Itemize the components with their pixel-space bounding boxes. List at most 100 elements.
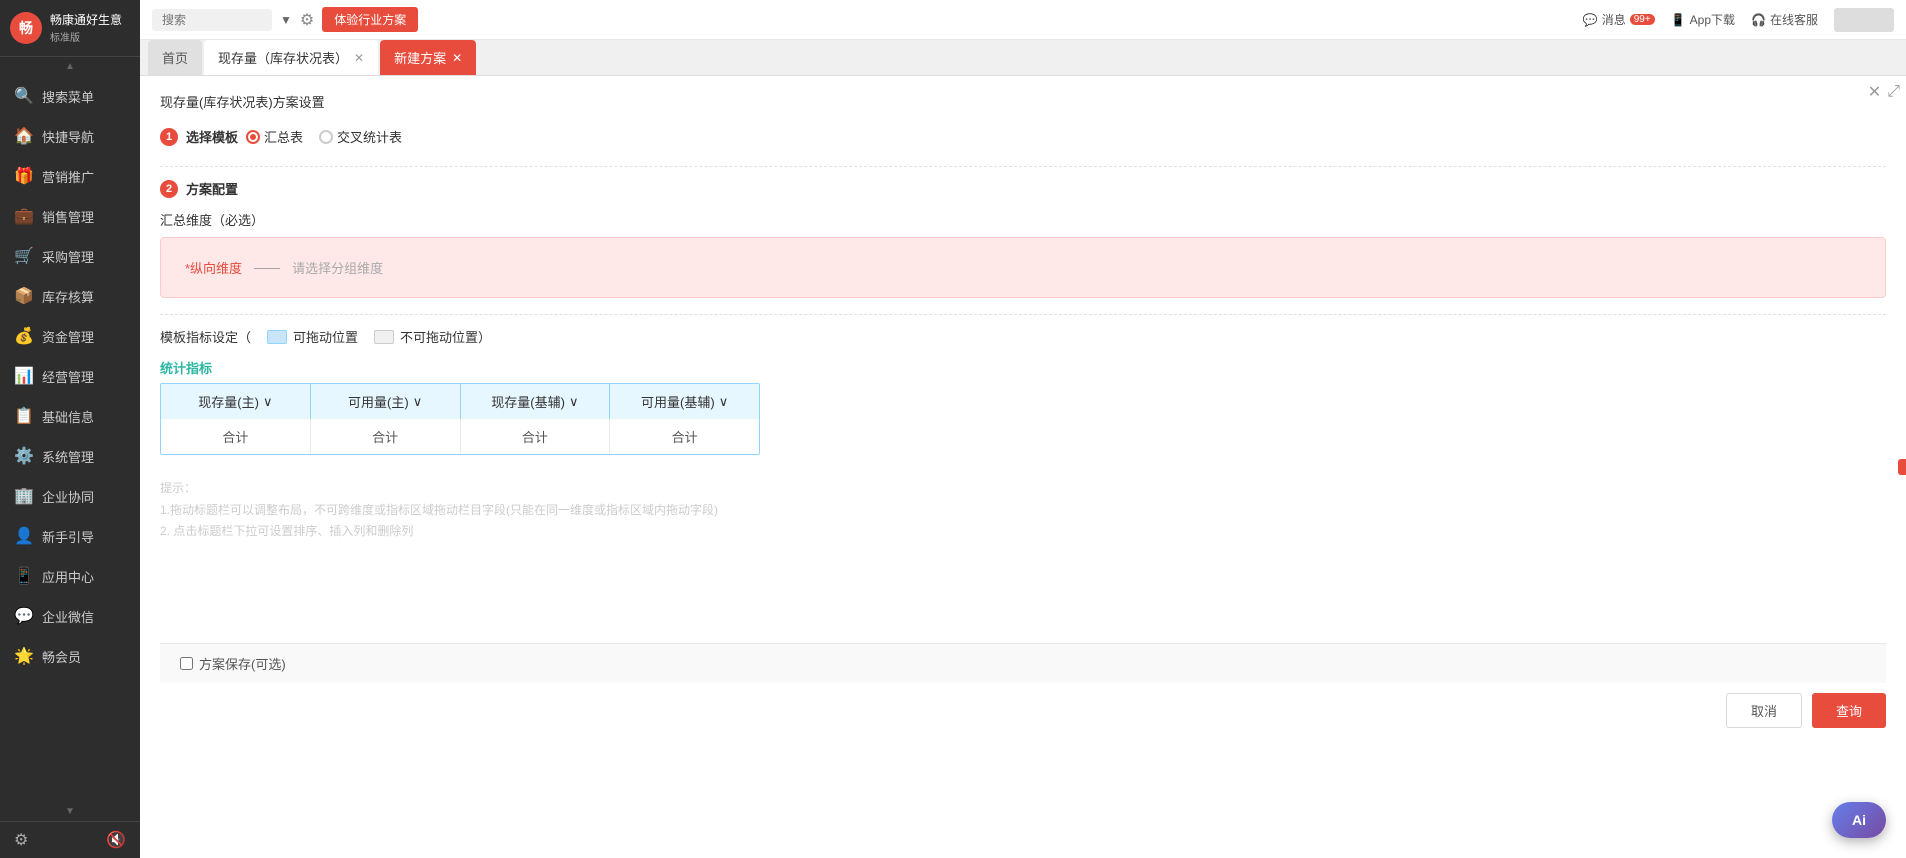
sidebar-item-basic[interactable]: 📋 基础信息 [0, 396, 140, 436]
dropdown-button[interactable]: ▼ [280, 13, 292, 27]
business-icon: 📊 [14, 366, 34, 386]
footer-actions: 取消 查询 [160, 683, 1886, 728]
sidebar-item-label: 营销推广 [42, 167, 94, 186]
settings-icon[interactable]: ⚙ [300, 10, 314, 30]
sidebar-item-inventory[interactable]: 📦 库存核算 [0, 276, 140, 316]
no-drag-label: 不可拖动位置） [400, 327, 491, 346]
sidebar-item-purchase[interactable]: 🛒 采购管理 [0, 236, 140, 276]
sidebar-item-newbie[interactable]: 👤 新手引导 [0, 516, 140, 556]
purchase-icon: 🛒 [14, 246, 34, 266]
radio-summary-label: 汇总表 [264, 127, 303, 146]
sidebar-item-apps[interactable]: 📱 应用中心 [0, 556, 140, 596]
sidebar-item-label: 销售管理 [42, 207, 94, 226]
draggable-box [267, 330, 287, 344]
sidebar-logo: 畅 畅康通好生意 标准版 [0, 0, 140, 57]
sidebar-item-label: 采购管理 [42, 247, 94, 266]
draggable-label: 可拖动位置 [293, 327, 358, 346]
corp-icon: 🏢 [14, 486, 34, 506]
experience-btn[interactable]: 体验行业方案 [322, 7, 418, 32]
save-option[interactable]: 方案保存(可选) [180, 654, 286, 673]
query-button[interactable]: 查询 [1812, 693, 1886, 728]
ai-button[interactable]: Ai [1832, 802, 1886, 838]
sidebar-item-label: 经营管理 [42, 367, 94, 386]
vertical-dim-area[interactable]: *纵向维度 —— 请选择分组维度 [160, 237, 1886, 298]
app-icon: 📱 [1671, 13, 1686, 27]
sidebar-item-marketing[interactable]: 🎁 营销推广 [0, 156, 140, 196]
tab-new-plan[interactable]: 新建方案 ✕ [380, 40, 476, 75]
save-option-label: 方案保存(可选) [199, 654, 286, 673]
radio-summary[interactable]: 汇总表 [246, 127, 303, 146]
apps-icon: 📱 [14, 566, 34, 586]
message-badge: 99+ [1630, 14, 1655, 25]
sidebar-item-quick-nav[interactable]: 🏠 快捷导航 [0, 116, 140, 156]
col-body-2: 合计 [461, 419, 611, 454]
col-header-2[interactable]: 现存量(基辅) ∨ [461, 384, 611, 419]
sidebar-item-business[interactable]: 📊 经营管理 [0, 356, 140, 396]
sales-icon: 💼 [14, 206, 34, 226]
sidebar-item-member[interactable]: 🌟 畅会员 [0, 636, 140, 676]
scroll-down-arrow[interactable]: ▼ [65, 806, 75, 817]
tab-label: 现存量（库存状况表） [218, 48, 348, 67]
save-checkbox[interactable] [180, 657, 193, 670]
col-header-1[interactable]: 可用量(主) ∨ [311, 384, 461, 419]
message-icon: 💬 [1583, 13, 1598, 27]
col-header-3[interactable]: 可用量(基辅) ∨ [610, 384, 759, 419]
divider-2 [160, 314, 1886, 315]
col-header-label-1: 可用量(主) [348, 392, 409, 411]
sidebar-item-label: 基础信息 [42, 407, 94, 426]
wechat-icon: 💬 [14, 606, 34, 626]
stats-table-header: 现存量(主) ∨ 可用量(主) ∨ 现存量(基辅) ∨ 可用量(基辅) ∨ [161, 384, 759, 419]
radio-cross-btn[interactable] [319, 130, 333, 144]
right-edge-tab[interactable] [1898, 459, 1906, 475]
sidebar-scroll-up[interactable]: ▲ [0, 57, 140, 76]
sidebar-item-label: 库存核算 [42, 287, 94, 306]
sidebar-item-label: 企业协同 [42, 487, 94, 506]
tab-inventory-status[interactable]: 现存量（库存状况表） ✕ [204, 40, 378, 75]
section2-header: 2 方案配置 [160, 179, 1886, 198]
sidebar-scroll-down[interactable]: ▼ [0, 802, 140, 821]
sidebar-item-label: 资金管理 [42, 327, 94, 346]
settings-icon[interactable]: ⚙ [14, 830, 28, 850]
indicator-row: 模板指标设定（ 可拖动位置 不可拖动位置） [160, 327, 1886, 346]
close-panel-btn[interactable]: ✕ [1868, 82, 1881, 102]
inventory-icon: 📦 [14, 286, 34, 306]
search-menu-icon: 🔍 [14, 86, 34, 106]
sidebar-item-label: 快捷导航 [42, 127, 94, 146]
service-btn[interactable]: 🎧 在线客服 [1751, 11, 1818, 28]
sidebar-item-label: 企业微信 [42, 607, 94, 626]
expand-btn[interactable]: ⤢ [1887, 83, 1900, 101]
template-options: 汇总表 交叉统计表 [246, 127, 402, 146]
no-drag-legend: 不可拖动位置） [374, 327, 491, 346]
col-header-0[interactable]: 现存量(主) ∨ [161, 384, 311, 419]
tab-home[interactable]: 首页 [148, 40, 202, 75]
system-icon: ⚙️ [14, 446, 34, 466]
sidebar-item-corp[interactable]: 🏢 企业协同 [0, 476, 140, 516]
no-drag-box [374, 330, 394, 344]
radio-summary-btn[interactable] [246, 130, 260, 144]
message-btn[interactable]: 💬 消息 99+ [1583, 11, 1655, 28]
tab-close-icon[interactable]: ✕ [354, 51, 364, 65]
sidebar-item-system[interactable]: ⚙️ 系统管理 [0, 436, 140, 476]
app-name: 畅康通好生意 [50, 12, 122, 29]
user-avatar[interactable] [1834, 8, 1894, 32]
sidebar-item-sales[interactable]: 💼 销售管理 [0, 196, 140, 236]
stats-table: 现存量(主) ∨ 可用量(主) ∨ 现存量(基辅) ∨ 可用量(基辅) ∨ [160, 383, 760, 455]
sidebar-bottom: ⚙ 🔇 [0, 821, 140, 858]
topbar-right: 💬 消息 99+ 📱 App下载 🎧 在线客服 [1583, 8, 1894, 32]
app-download-btn[interactable]: 📱 App下载 [1671, 11, 1735, 28]
sidebar-item-search[interactable]: 🔍 搜索菜单 [0, 76, 140, 116]
tab-close-icon[interactable]: ✕ [452, 51, 462, 65]
scroll-up-arrow[interactable]: ▲ [65, 61, 75, 72]
tip-1: 1.拖动标题栏可以调整布局，不可跨维度或指标区域拖动栏目字段(只能在同一维度或指… [160, 500, 1886, 522]
cancel-button[interactable]: 取消 [1726, 693, 1802, 728]
sidebar-item-wechat[interactable]: 💬 企业微信 [0, 596, 140, 636]
tab-label: 新建方案 [394, 48, 446, 67]
divider-1 [160, 166, 1886, 167]
col-header-arrow-1: ∨ [413, 394, 423, 410]
sidebar-item-finance[interactable]: 💰 资金管理 [0, 316, 140, 356]
search-input[interactable] [152, 9, 272, 31]
section-2: 2 方案配置 汇总维度（必选） *纵向维度 —— 请选择分组维度 模板指标设定（… [160, 179, 1886, 543]
radio-cross[interactable]: 交叉统计表 [319, 127, 402, 146]
speaker-icon[interactable]: 🔇 [106, 830, 126, 850]
tab-bar: 首页 现存量（库存状况表） ✕ 新建方案 ✕ [140, 40, 1906, 76]
